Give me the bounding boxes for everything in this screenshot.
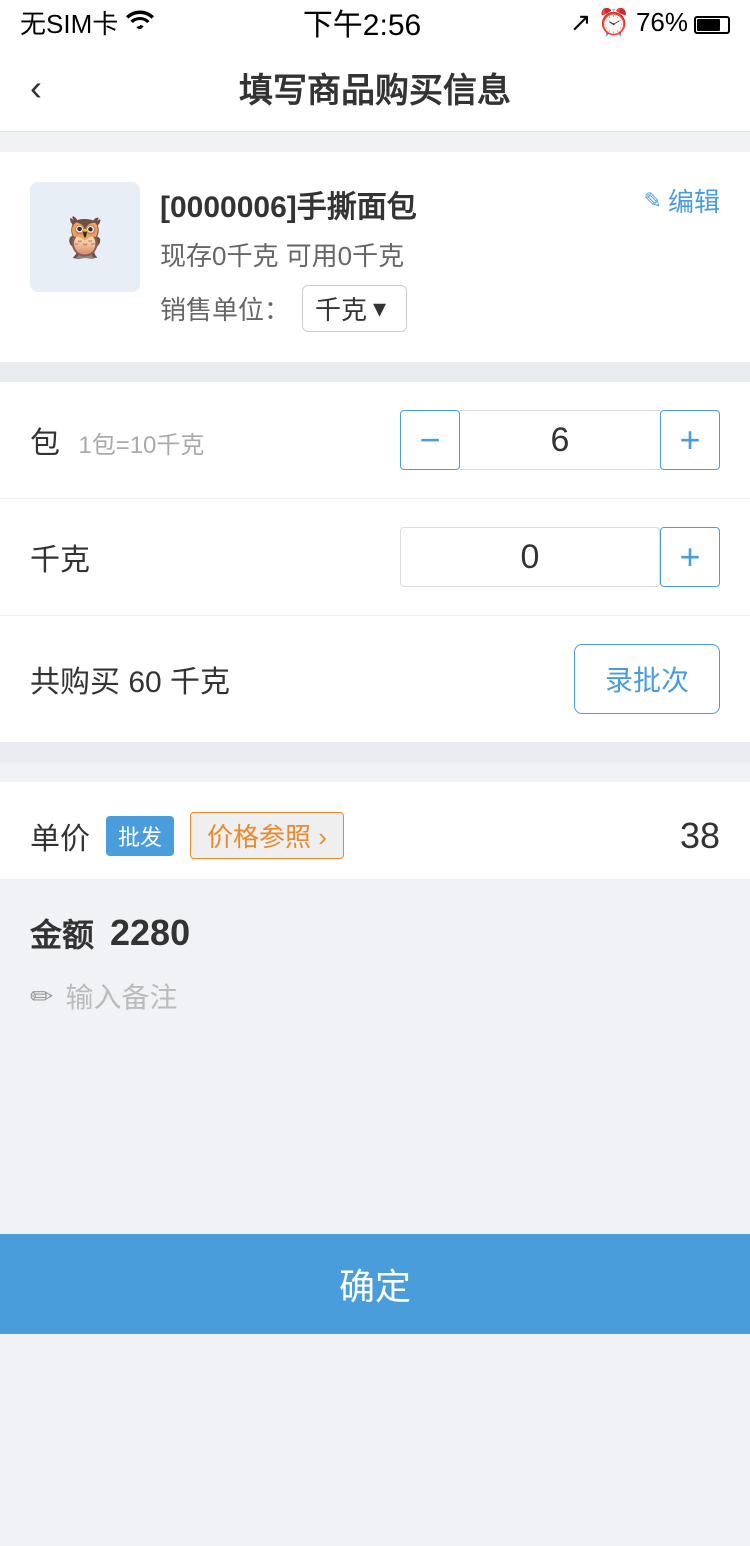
amount-value: 2280 xyxy=(110,912,190,954)
status-time: 下午2:56 xyxy=(303,0,421,44)
bao-input[interactable] xyxy=(460,410,660,470)
product-thumb-icon: 🦉 xyxy=(60,214,110,261)
record-batch-button[interactable]: 录批次 xyxy=(574,644,720,714)
back-button[interactable]: ‹ xyxy=(30,67,42,109)
nav-bar: ‹ 填写商品购买信息 xyxy=(0,44,750,132)
total-text: 共购买 60 千克 xyxy=(30,657,230,701)
quantity-section: 包 1包=10千克 − + 千克 + xyxy=(0,382,750,616)
price-label: 单价 xyxy=(30,814,90,858)
kg-input[interactable] xyxy=(400,527,660,587)
total-row: 共购买 60 千克 录批次 xyxy=(0,616,750,742)
product-unit-row: 销售单位： 千克 ▾ xyxy=(160,285,720,332)
bao-row: 包 1包=10千克 − + xyxy=(0,382,750,499)
section-divider-2 xyxy=(0,742,750,762)
kg-row: 千克 + xyxy=(0,499,750,616)
edit-label: 编辑 xyxy=(668,182,720,219)
unit-select[interactable]: 千克 ▾ xyxy=(302,285,407,332)
battery-icon xyxy=(694,7,730,38)
product-name: [0000006]手撕面包 xyxy=(160,182,720,226)
carrier-text: 无SIM卡 xyxy=(20,4,118,41)
remark-row[interactable]: ✏ 输入备注 xyxy=(30,976,720,1016)
remark-icon: ✏ xyxy=(30,980,53,1013)
amount-label: 金额 xyxy=(30,910,94,956)
edit-button[interactable]: ✎ 编辑 xyxy=(644,182,720,219)
confirm-button[interactable]: 确定 xyxy=(0,1234,750,1334)
product-card: 🦉 [0000006]手撕面包 现存0千克 可用0千克 销售单位： 千克 ▾ ✎… xyxy=(0,152,750,362)
location-icon: ↗ xyxy=(570,7,592,38)
bao-hint: 1包=10千克 xyxy=(78,432,204,459)
price-badge: 批发 xyxy=(106,816,174,856)
chevron-down-icon: ▾ xyxy=(373,293,386,324)
section-divider-1 xyxy=(0,362,750,382)
price-row: 单价 批发 价格参照 › 38 xyxy=(30,812,720,859)
unit-label: 销售单位： xyxy=(160,290,290,327)
page-title: 填写商品购买信息 xyxy=(239,63,511,112)
product-stock: 现存0千克 可用0千克 xyxy=(160,236,720,273)
kg-plus-button[interactable]: + xyxy=(660,527,720,587)
kg-quantity-control: + xyxy=(400,527,720,587)
product-thumbnail: 🦉 xyxy=(30,182,140,292)
remark-placeholder: 输入备注 xyxy=(65,976,177,1016)
price-section: 单价 批发 价格参照 › 38 xyxy=(0,782,750,880)
bao-label: 包 1包=10千克 xyxy=(30,418,400,462)
bao-plus-button[interactable]: + xyxy=(660,410,720,470)
bottom-spacer xyxy=(0,1446,750,1546)
product-info: [0000006]手撕面包 现存0千克 可用0千克 销售单位： 千克 ▾ xyxy=(160,182,720,332)
status-left: 无SIM卡 xyxy=(20,4,154,41)
unit-value: 千克 xyxy=(315,290,367,327)
alarm-icon: ⏰ xyxy=(598,7,630,38)
bao-quantity-control: − + xyxy=(400,410,720,470)
price-ref-button[interactable]: 价格参照 › xyxy=(190,812,344,859)
wifi-icon xyxy=(126,9,154,35)
status-right: ↗ ⏰ 76% xyxy=(570,7,730,38)
status-bar: 无SIM卡 下午2:56 ↗ ⏰ 76% xyxy=(0,0,750,44)
bao-minus-button[interactable]: − xyxy=(400,410,460,470)
battery-percent: 76% xyxy=(636,7,688,38)
amount-section: 金额 2280 ✏ 输入备注 xyxy=(0,880,750,1046)
edit-icon: ✎ xyxy=(644,188,662,214)
amount-row: 金额 2280 xyxy=(30,910,720,956)
price-value: 38 xyxy=(680,815,720,857)
kg-label: 千克 xyxy=(30,535,400,579)
